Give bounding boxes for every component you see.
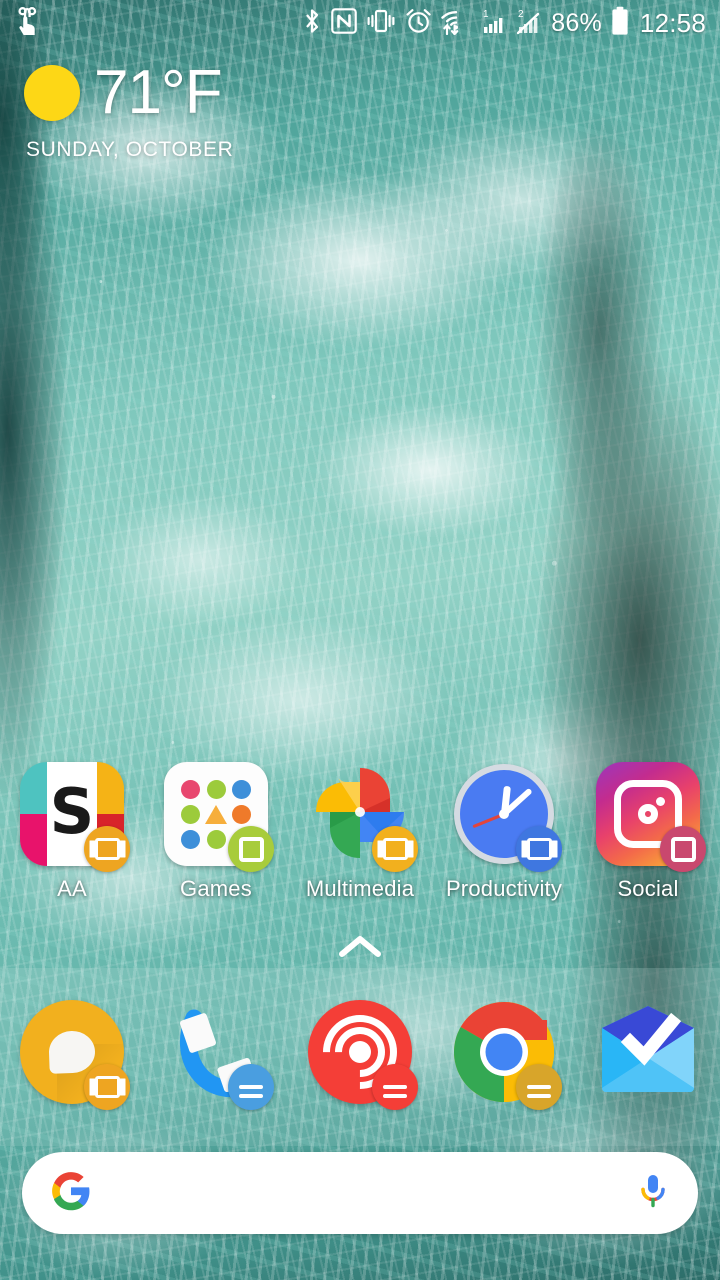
instagram-lens xyxy=(638,804,658,824)
battery-percent-label: 86% xyxy=(551,8,602,37)
folder-games[interactable]: Games xyxy=(144,762,288,902)
weather-date-label: SUNDAY, OCTOBER xyxy=(26,138,234,161)
games-dot xyxy=(181,829,200,849)
folder-games-icon-wrap[interactable] xyxy=(164,762,274,872)
status-bar-right-icons: 1 2 86% 12:58 xyxy=(302,6,706,41)
inbox-icon xyxy=(596,1000,700,1104)
weather-widget[interactable]: 71°F SUNDAY, OCTOBER xyxy=(24,62,233,162)
messages-icon-wrap[interactable] xyxy=(20,1000,130,1110)
bluetooth-icon xyxy=(302,7,322,40)
folder-aa-icon-wrap[interactable]: S xyxy=(20,762,130,872)
games-dot xyxy=(206,829,226,849)
dock-item-inbox[interactable] xyxy=(576,1000,720,1104)
signal-sim2-off-icon: 2 xyxy=(516,7,542,40)
folder-badge xyxy=(228,826,274,872)
folder-social[interactable]: Social xyxy=(576,762,720,902)
games-dot xyxy=(181,804,200,824)
alarm-icon xyxy=(405,8,431,39)
phone-icon-wrap[interactable] xyxy=(164,1000,274,1110)
status-bar-left-icons xyxy=(16,6,42,41)
folder-multimedia-icon-wrap[interactable] xyxy=(308,762,418,872)
inbox-icon-wrap[interactable] xyxy=(596,1000,700,1104)
folder-social-label: Social xyxy=(617,876,679,901)
games-dot xyxy=(232,804,251,824)
games-triangle xyxy=(205,804,227,824)
search-input[interactable] xyxy=(92,1179,636,1207)
folder-badge xyxy=(660,826,706,872)
folder-social-icon-wrap[interactable] xyxy=(596,762,706,872)
app-badge xyxy=(372,1064,418,1110)
svg-text:2: 2 xyxy=(518,9,524,20)
vibrate-icon xyxy=(366,8,396,39)
folder-badge xyxy=(372,826,418,872)
dock-item-chrome[interactable] xyxy=(432,1000,576,1110)
svg-text:1: 1 xyxy=(483,9,489,20)
slack-letter-s: S xyxy=(49,775,95,848)
instagram-flash-dot xyxy=(656,797,666,807)
status-bar-clock: 12:58 xyxy=(639,8,706,38)
weather-temperature: 71°F xyxy=(94,58,223,127)
games-dot xyxy=(181,779,200,799)
folder-multimedia-label: Multimedia xyxy=(305,876,415,901)
google-search-bar[interactable] xyxy=(22,1152,698,1234)
weather-main-row: 71°F xyxy=(24,62,233,124)
home-folder-row: S AA Games Multimedia Productivity Socia… xyxy=(0,762,720,902)
clock-center-pin xyxy=(499,809,509,819)
dock-item-pocket-casts[interactable] xyxy=(288,999,432,1110)
sun-icon xyxy=(24,65,80,121)
app-badge xyxy=(516,1064,562,1110)
app-badge xyxy=(228,1064,274,1110)
nfc-icon xyxy=(331,7,358,39)
folder-aa-label: AA xyxy=(57,876,87,901)
folder-badge xyxy=(84,826,130,872)
folder-games-label: Games xyxy=(180,876,252,901)
folder-productivity-icon-wrap[interactable] xyxy=(452,762,562,872)
chrome-icon-wrap[interactable] xyxy=(452,1000,562,1110)
status-bar[interactable]: 1 2 86% 12:58 xyxy=(0,0,720,46)
google-g-icon xyxy=(50,1170,92,1217)
games-dot xyxy=(232,779,251,799)
microphone-icon[interactable] xyxy=(636,1172,670,1215)
pocket-casts-core xyxy=(349,1041,371,1063)
folder-badge xyxy=(516,826,562,872)
wifi-icon xyxy=(440,7,472,40)
folder-productivity-label: Productivity xyxy=(445,876,563,901)
app-drawer-chevron-up-icon[interactable] xyxy=(336,932,384,967)
pocket-casts-icon-wrap[interactable] xyxy=(307,999,418,1110)
folder-multimedia[interactable]: Multimedia xyxy=(288,762,432,902)
home-screen: 1 2 86% 12:58 71°F SUNDAY, OCTOBER S AA … xyxy=(0,0,720,1280)
dock-item-phone[interactable] xyxy=(144,1000,288,1110)
dock-item-messages[interactable] xyxy=(0,1000,144,1110)
battery-icon xyxy=(611,6,629,41)
folder-aa[interactable]: S AA xyxy=(0,762,144,902)
touch-gesture-icon xyxy=(16,6,42,41)
folder-productivity[interactable]: Productivity xyxy=(432,762,576,902)
signal-sim1-icon: 1 xyxy=(481,7,507,40)
games-dot xyxy=(206,779,226,799)
app-badge xyxy=(84,1064,130,1110)
dock xyxy=(0,999,720,1110)
